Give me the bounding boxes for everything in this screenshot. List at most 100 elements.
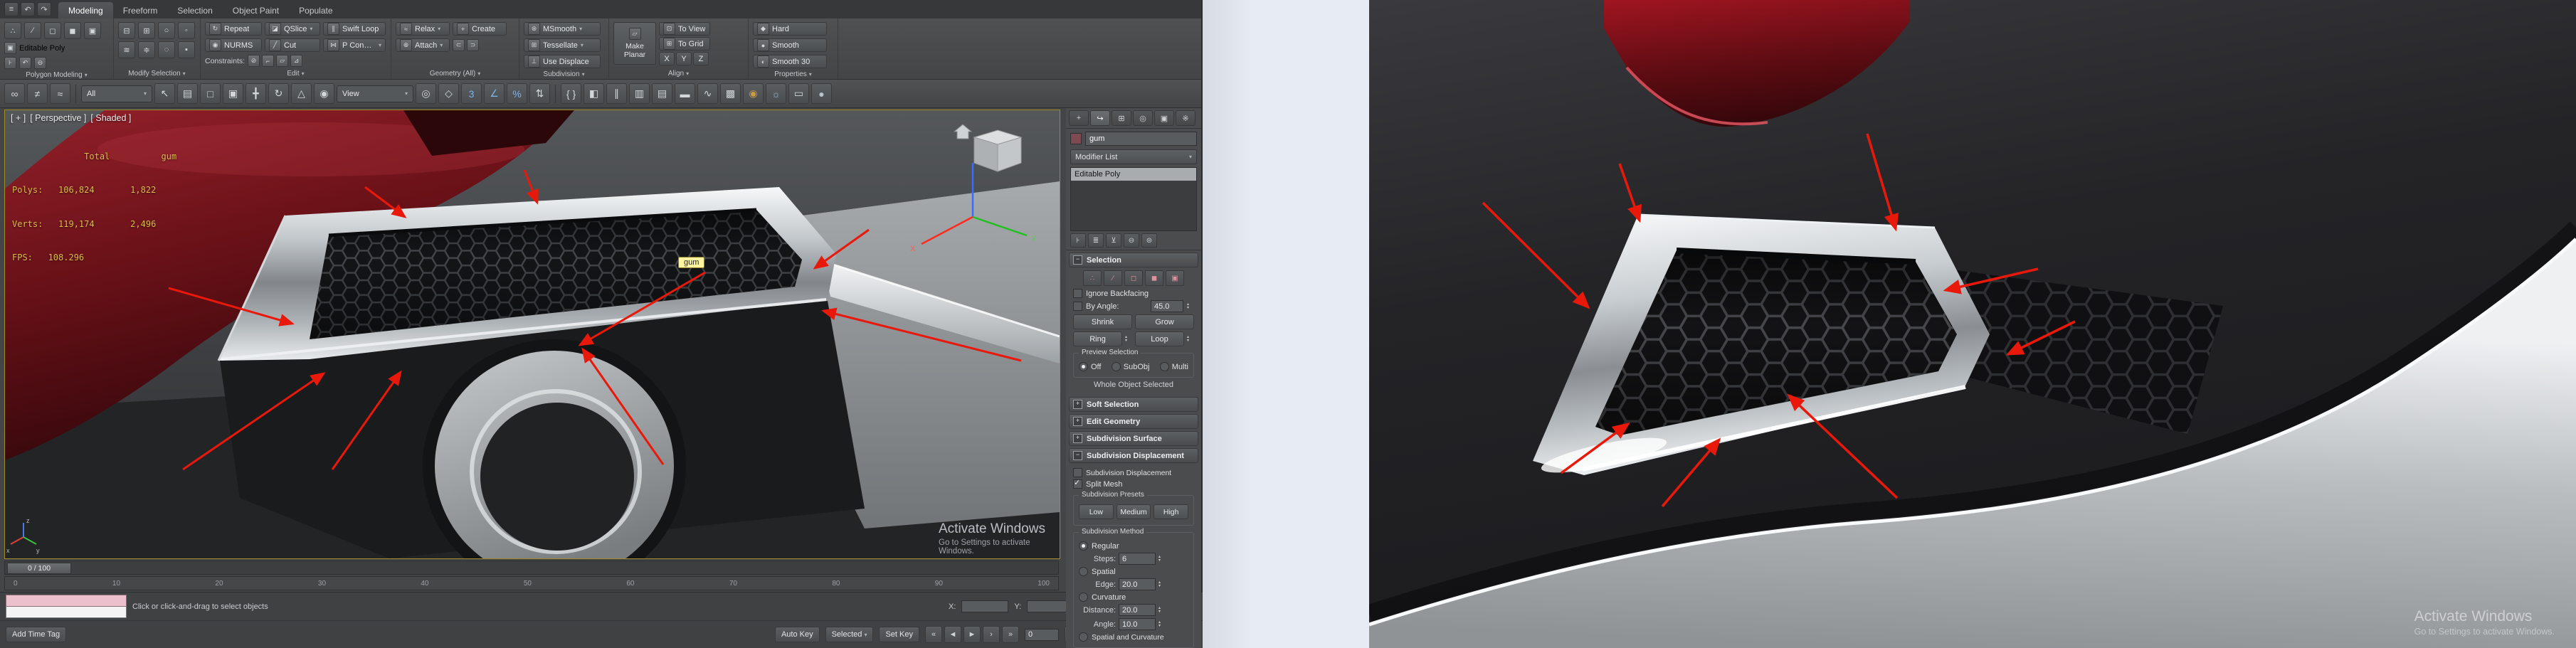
select-and-manipulate-icon[interactable]: ◇ — [438, 83, 459, 104]
panel-label-edit[interactable]: Edit ▾ — [205, 68, 386, 79]
editable-poly-label[interactable]: Editable Poly — [19, 44, 65, 53]
loop-spinner[interactable]: ▴ ▾ — [1187, 331, 1194, 346]
window-crossing-icon[interactable]: ▣ — [223, 83, 243, 104]
ring-button[interactable]: Ring — [1073, 331, 1122, 346]
material-editor-icon[interactable]: ◉ — [743, 83, 764, 104]
subdivision-displacement-checkbox[interactable] — [1073, 468, 1082, 477]
by-angle-value-field[interactable]: 45.0 — [1151, 300, 1183, 312]
grow-button[interactable]: Grow — [1135, 314, 1194, 329]
edge-field[interactable]: 20.0 — [1119, 578, 1156, 590]
undo-icon[interactable]: ↶ — [21, 2, 35, 16]
utilities-tab-icon[interactable]: ※ — [1176, 110, 1195, 126]
collapse-stack-icon[interactable]: ⊖ — [34, 57, 46, 69]
use-pivot-center-icon[interactable]: ◎ — [416, 83, 436, 104]
panel-label-properties[interactable]: Properties ▾ — [753, 70, 833, 79]
angle-spinner[interactable]: ▴ ▾ — [1158, 620, 1166, 628]
method-regular-radio[interactable]: Regular — [1079, 541, 1188, 551]
select-and-link-icon[interactable]: ∞ — [4, 83, 25, 104]
auto-key-button[interactable]: Auto Key — [774, 627, 820, 642]
pin-stack-icon[interactable]: ⊦ — [1070, 233, 1086, 248]
smooth-button[interactable]: ● Smooth — [753, 38, 827, 52]
subdivision-preset-button[interactable]: Low — [1079, 504, 1114, 519]
border-subobject-icon[interactable]: ◻ — [1124, 270, 1143, 286]
object-name-field[interactable]: gum — [1085, 132, 1197, 146]
layer-explorer-icon[interactable]: ▤ — [652, 83, 672, 104]
ribbon-tab-freeform[interactable]: Freeform — [113, 2, 168, 18]
time-slider-handle[interactable]: 0 / 100 — [7, 563, 71, 574]
ribbon-tab-populate[interactable]: Populate — [289, 2, 342, 18]
modify-tab-icon[interactable]: ↪ — [1090, 110, 1110, 126]
msmooth-button[interactable]: ⊛ MSmooth ▾ — [524, 22, 601, 36]
go-to-end-icon[interactable]: » — [1002, 626, 1019, 643]
percent-snap-icon[interactable]: % — [507, 83, 527, 104]
subdivision-preset-button[interactable]: High — [1154, 504, 1189, 519]
angle-snap-icon[interactable]: ∠ — [484, 83, 505, 104]
rollout-selection-header[interactable]: − Selection — [1069, 253, 1198, 267]
ribbon-toggle-icon[interactable]: ▬ — [675, 83, 695, 104]
configure-modifier-sets-icon[interactable]: ⊜ — [1141, 233, 1157, 248]
render-setup-icon[interactable]: ☼ — [766, 83, 786, 104]
listener-script-line[interactable] — [6, 607, 127, 618]
selected-keying-combo[interactable]: Selected ▾ — [825, 627, 874, 642]
select-and-rotate-icon[interactable]: ↻ — [268, 83, 289, 104]
to-grid-button[interactable]: ⊞ To Grid — [659, 37, 710, 51]
perspective-viewport[interactable]: Z X Y x y z — [4, 110, 1060, 559]
relax-button[interactable]: ≈ Relax ▾ — [396, 22, 450, 36]
unlink-selection-icon[interactable]: ≠ — [27, 83, 48, 104]
loop-selection-icon[interactable]: ○ — [158, 22, 175, 39]
preview-subobj-radio[interactable]: SubObj — [1111, 362, 1149, 371]
rendered-frame-icon[interactable]: ▭ — [788, 83, 809, 104]
steps-spinner[interactable]: ▴ ▾ — [1158, 555, 1166, 563]
app-menu-icon[interactable]: ≡ — [4, 2, 19, 16]
swift-loop-button[interactable]: ∥ Swift Loop — [323, 22, 386, 36]
modifier-list-dropdown[interactable]: Modifier List ▾ — [1070, 149, 1197, 164]
select-and-place-icon[interactable]: ◉ — [314, 83, 334, 104]
subdivision-preset-button[interactable]: Medium — [1116, 504, 1151, 519]
edge-subobject-icon[interactable]: ∕ — [1104, 270, 1122, 286]
select-and-move-icon[interactable]: ╋ — [246, 83, 266, 104]
listener-macro-line[interactable] — [6, 595, 127, 607]
angle-field[interactable]: 10.0 — [1119, 618, 1156, 630]
curve-editor-icon[interactable]: ∿ — [697, 83, 718, 104]
next-frame-icon[interactable]: › — [983, 626, 1000, 643]
panel-label-modify-selection[interactable]: Modify Selection ▾ — [118, 68, 196, 79]
ring-shrink-icon[interactable]: ≑ — [138, 41, 155, 58]
detach-icon[interactable]: ⊂ — [453, 39, 465, 51]
go-to-start-icon[interactable]: « — [925, 626, 942, 643]
bind-to-space-warp-icon[interactable]: ≈ — [50, 83, 70, 104]
shrink-selection-icon[interactable]: ⊟ — [118, 22, 135, 39]
panel-label-align[interactable]: Align ▾ — [613, 68, 744, 79]
create-button[interactable]: + Create — [453, 22, 507, 36]
select-and-scale-icon[interactable]: △ — [291, 83, 312, 104]
ring-selection-icon[interactable]: ◦ — [178, 22, 195, 39]
distance-field[interactable]: 20.0 — [1119, 604, 1156, 616]
cut-button[interactable]: ╱ Cut — [265, 38, 320, 52]
shrink-button[interactable]: Shrink — [1073, 314, 1132, 329]
maxscript-mini-listener[interactable] — [6, 595, 127, 618]
panel-label-subdivision[interactable]: Subdivision ▾ — [524, 70, 604, 79]
constrain-normal-icon[interactable]: ⊿ — [290, 55, 303, 67]
snaps-toggle-icon[interactable]: 3 — [461, 83, 482, 104]
previous-modifier-icon[interactable]: ↶ — [19, 57, 31, 69]
viewport-shading-menu[interactable]: [ Shaded ] — [90, 113, 131, 123]
vertex-subobject-icon[interactable]: ∴ — [1083, 270, 1102, 286]
polygon-subobject-icon[interactable]: ◼ — [1145, 270, 1163, 286]
loop-shrink-icon[interactable]: ≋ — [118, 41, 135, 58]
edge-spinner[interactable]: ▴ ▾ — [1158, 580, 1166, 588]
remove-modifier-icon[interactable]: ⊖ — [1124, 233, 1139, 248]
attach-button[interactable]: ⊕ Attach ▾ — [396, 38, 450, 52]
qslice-button[interactable]: ◪ QSlice ▾ — [265, 22, 320, 36]
method-spatial-curvature-radio[interactable]: Spatial and Curvature — [1079, 632, 1188, 642]
by-angle-spinner[interactable]: ▴ ▾ — [1187, 302, 1194, 310]
steps-field[interactable]: 6 — [1119, 553, 1156, 565]
track-bar[interactable]: 0 10 20 30 40 50 60 70 80 90 100 — [4, 576, 1059, 590]
add-time-tag-button[interactable]: Add Time Tag — [6, 627, 67, 642]
mirror-icon[interactable]: ◧ — [584, 83, 604, 104]
scene-explorer-icon[interactable]: ▥ — [629, 83, 650, 104]
select-object-icon[interactable]: ↖ — [154, 83, 175, 104]
hard-button[interactable]: ◆ Hard — [753, 22, 827, 36]
align-y-button[interactable]: Y — [676, 52, 692, 65]
hierarchy-tab-icon[interactable]: ⊞ — [1112, 110, 1131, 126]
make-unique-icon[interactable]: ⊻ — [1106, 233, 1121, 248]
nurms-button[interactable]: ◉ NURMS — [205, 38, 262, 52]
